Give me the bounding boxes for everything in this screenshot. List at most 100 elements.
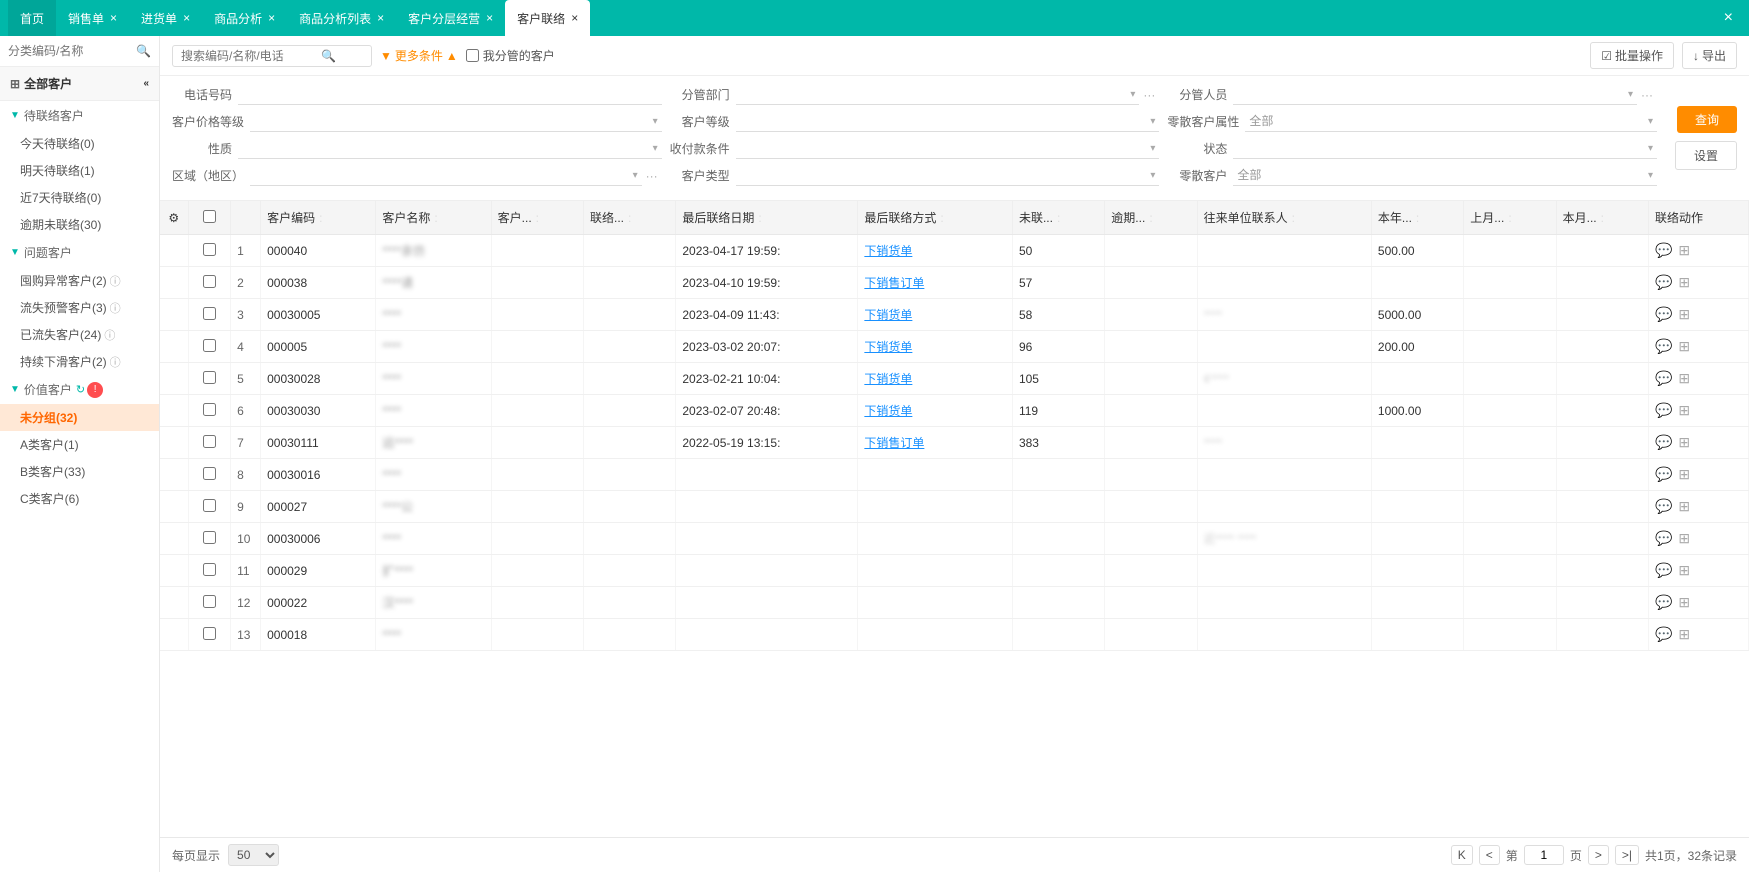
grid-action-icon[interactable]: ⊞ — [1678, 434, 1690, 451]
row-checkbox[interactable] — [188, 459, 231, 491]
chat-icon[interactable]: 💬 — [1655, 338, 1672, 355]
nav-tab-customer-contact[interactable]: 客户联络 × — [505, 0, 590, 36]
col-last-date[interactable]: 最后联络日期: — [676, 201, 858, 235]
nav-tab-customer-layer-close[interactable]: × — [480, 11, 493, 25]
col-last-method[interactable]: 最后联络方式: — [858, 201, 1013, 235]
sidebar-group-pending[interactable]: ▼ 待联络客户 — [0, 101, 159, 130]
price-level-select[interactable] — [250, 111, 662, 131]
col-not-contacted[interactable]: 未联...: — [1012, 201, 1104, 235]
row-select-checkbox[interactable] — [203, 307, 216, 320]
col-type[interactable]: 客户...: — [491, 201, 583, 235]
row-select-checkbox[interactable] — [203, 467, 216, 480]
dept-dots[interactable]: ··· — [1139, 88, 1159, 102]
sidebar-item-hoarding[interactable]: 囤购异常客户(2) ⓘ — [0, 267, 159, 294]
row-checkbox[interactable] — [188, 331, 231, 363]
col-last-month[interactable]: 上月...: — [1464, 201, 1556, 235]
status-select[interactable] — [1233, 138, 1657, 158]
chat-icon[interactable]: 💬 — [1655, 466, 1672, 483]
col-checkbox[interactable] — [188, 201, 231, 235]
sidebar-group-problem[interactable]: ▼ 问题客户 — [0, 238, 159, 267]
grid-action-icon[interactable]: ⊞ — [1678, 626, 1690, 643]
col-name[interactable]: 客户名称: — [376, 201, 491, 235]
retail-attr-select[interactable]: 全部 — [1245, 111, 1657, 131]
nav-tab-customer-layer[interactable]: 客户分层经营 × — [396, 0, 505, 36]
nav-tab-purchase[interactable]: 进货单 × — [129, 0, 202, 36]
col-overdue[interactable]: 逾期...: — [1105, 201, 1197, 235]
row-select-checkbox[interactable] — [203, 435, 216, 448]
manager-dots[interactable]: ··· — [1637, 88, 1657, 102]
manager-select[interactable] — [1233, 84, 1637, 104]
grid-action-icon[interactable]: ⊞ — [1678, 242, 1690, 259]
row-select-checkbox[interactable] — [203, 243, 216, 256]
row-last-method[interactable]: 下销货单 — [858, 331, 1013, 363]
row-last-method[interactable] — [858, 555, 1013, 587]
chat-icon[interactable]: 💬 — [1655, 306, 1672, 323]
row-last-method[interactable] — [858, 491, 1013, 523]
chat-icon[interactable]: 💬 — [1655, 626, 1672, 643]
grid-action-icon[interactable]: ⊞ — [1678, 498, 1690, 515]
prev-page-button[interactable]: < — [1479, 845, 1500, 865]
first-page-button[interactable]: K — [1451, 845, 1473, 865]
row-checkbox[interactable] — [188, 555, 231, 587]
nav-tab-product-analysis-list[interactable]: 商品分析列表 × — [287, 0, 396, 36]
sidebar-item-churned[interactable]: 已流失客户(24) ⓘ — [0, 321, 159, 348]
sidebar-item-b-class[interactable]: B类客户(33) — [0, 458, 159, 485]
row-last-method[interactable]: 下销货单 — [858, 235, 1013, 267]
row-select-checkbox[interactable] — [203, 339, 216, 352]
row-last-method[interactable]: 下销售订单 — [858, 427, 1013, 459]
phone-input[interactable] — [238, 84, 662, 105]
row-select-checkbox[interactable] — [203, 403, 216, 416]
col-unit-contact[interactable]: 往来单位联系人: — [1197, 201, 1371, 235]
batch-operations-button[interactable]: ☑ 批量操作 — [1590, 42, 1674, 69]
sidebar-item-churn-warning[interactable]: 流失预警客户(3) ⓘ — [0, 294, 159, 321]
grid-action-icon[interactable]: ⊞ — [1678, 530, 1690, 547]
chat-icon[interactable]: 💬 — [1655, 562, 1672, 579]
row-last-method[interactable] — [858, 619, 1013, 651]
col-contact[interactable]: 联络...: — [584, 201, 676, 235]
col-this-year[interactable]: 本年...: — [1371, 201, 1463, 235]
col-code[interactable]: 客户编码: — [261, 201, 376, 235]
row-checkbox[interactable] — [188, 619, 231, 651]
last-page-button[interactable]: >| — [1615, 845, 1639, 865]
grid-action-icon[interactable]: ⊞ — [1678, 562, 1690, 579]
row-checkbox[interactable] — [188, 267, 231, 299]
query-button[interactable]: 查询 — [1677, 106, 1737, 133]
chat-icon[interactable]: 💬 — [1655, 498, 1672, 515]
select-all-checkbox[interactable] — [203, 210, 216, 223]
page-number-input[interactable] — [1524, 845, 1564, 865]
sidebar-item-a-class[interactable]: A类客户(1) — [0, 431, 159, 458]
nav-tab-sales-close[interactable]: × — [104, 11, 117, 25]
row-checkbox[interactable] — [188, 587, 231, 619]
row-checkbox[interactable] — [188, 523, 231, 555]
col-this-month[interactable]: 本月...: — [1556, 201, 1648, 235]
sidebar-item-tomorrow[interactable]: 明天待联络(1) — [0, 157, 159, 184]
row-last-method[interactable] — [858, 587, 1013, 619]
row-checkbox[interactable] — [188, 427, 231, 459]
nav-tab-sales[interactable]: 销售单 × — [56, 0, 129, 36]
row-select-checkbox[interactable] — [203, 499, 216, 512]
row-select-checkbox[interactable] — [203, 531, 216, 544]
row-select-checkbox[interactable] — [203, 563, 216, 576]
sidebar-item-today[interactable]: 今天待联络(0) — [0, 130, 159, 157]
row-select-checkbox[interactable] — [203, 595, 216, 608]
sidebar-item-ungroup[interactable]: 未分组(32) — [0, 404, 159, 431]
row-last-method[interactable]: 下销货单 — [858, 363, 1013, 395]
sidebar-item-overdue[interactable]: 逾期未联络(30) — [0, 211, 159, 238]
row-select-checkbox[interactable] — [203, 275, 216, 288]
customer-type-select[interactable] — [736, 165, 1160, 185]
dept-select[interactable] — [736, 84, 1140, 104]
more-conditions-btn[interactable]: ▼ 更多条件 ▲ — [380, 47, 458, 64]
page-size-select[interactable]: 50 100 — [228, 844, 279, 866]
search-input[interactable] — [181, 49, 321, 63]
col-settings[interactable]: ⚙ — [160, 201, 188, 235]
row-checkbox[interactable] — [188, 299, 231, 331]
sidebar-search-input[interactable] — [8, 44, 132, 58]
sidebar-item-declining[interactable]: 持续下滑客户(2) ⓘ — [0, 348, 159, 375]
nav-tab-home[interactable]: 首页 — [8, 0, 56, 36]
customer-level-select[interactable] — [736, 111, 1160, 131]
row-checkbox[interactable] — [188, 395, 231, 427]
window-close-button[interactable]: × — [1716, 5, 1741, 31]
chat-icon[interactable]: 💬 — [1655, 434, 1672, 451]
region-dots[interactable]: ··· — [642, 169, 662, 183]
my-customers-checkbox[interactable] — [466, 49, 479, 62]
